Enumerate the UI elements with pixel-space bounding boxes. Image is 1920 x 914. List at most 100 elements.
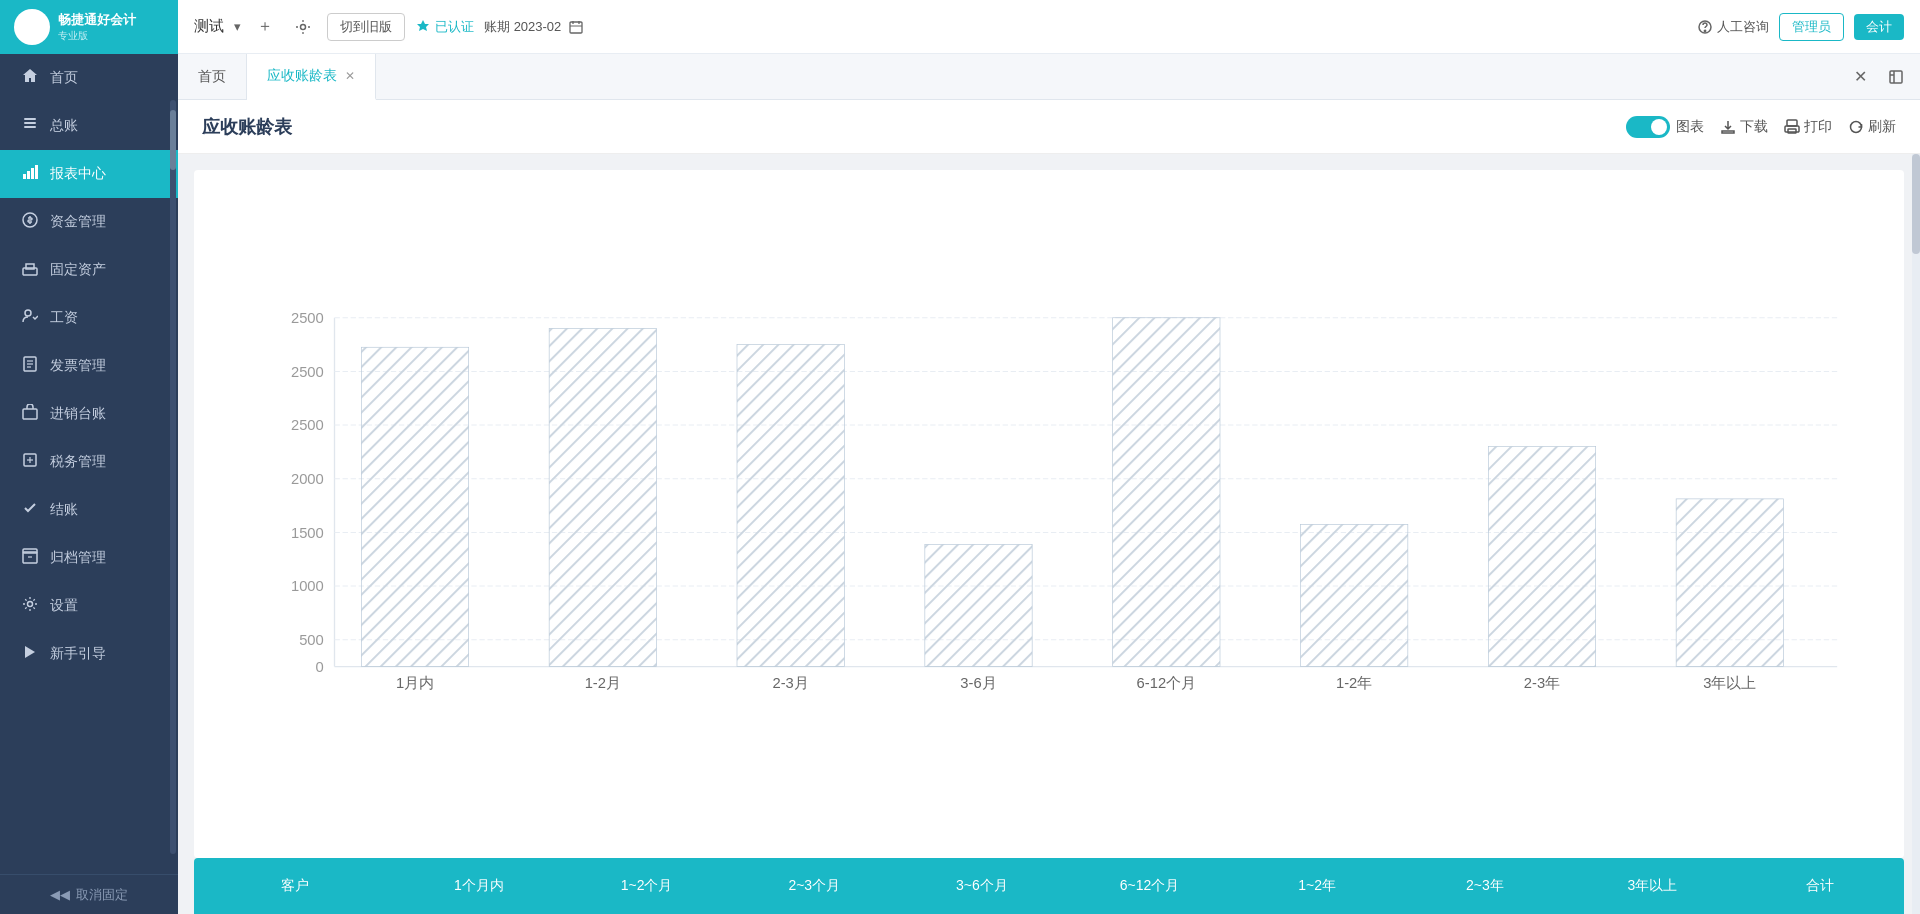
- sidebar-item-settings[interactable]: 设置: [0, 582, 178, 630]
- role-btn[interactable]: 会计: [1854, 14, 1904, 40]
- sidebar-item-tax[interactable]: 税务管理: [0, 438, 178, 486]
- svg-point-11: [25, 310, 31, 316]
- svg-rect-21: [23, 549, 37, 553]
- svg-text:2000: 2000: [291, 471, 324, 487]
- sidebar-item-ledger[interactable]: 总账: [0, 102, 178, 150]
- chart-toggle[interactable]: [1626, 116, 1670, 138]
- sidebar-label-tax: 税务管理: [50, 453, 106, 471]
- chart-toggle-group: 图表: [1626, 116, 1704, 138]
- svg-marker-24: [25, 646, 35, 658]
- svg-rect-4: [23, 174, 26, 179]
- sidebar-item-reports[interactable]: 报表中心: [0, 150, 178, 198]
- chart-svg: 2500 2500 2500 2000 1500 1000 500 0: [254, 190, 1864, 848]
- svg-rect-32: [1890, 71, 1902, 83]
- assets-icon: [20, 260, 40, 280]
- svg-text:1-2年: 1-2年: [1336, 675, 1372, 691]
- col-1-2month: 1~2个月: [563, 877, 731, 895]
- svg-rect-16: [23, 409, 37, 419]
- tab-ar-aging[interactable]: 应收账龄表 ✕: [247, 54, 376, 100]
- company-name: 测试: [194, 17, 224, 36]
- company-dropdown-icon[interactable]: ▾: [234, 19, 241, 34]
- right-scrollbar[interactable]: [1912, 154, 1920, 914]
- sidebar-label-inventory: 进销台账: [50, 405, 106, 423]
- sidebar-nav: 首页 总账 报表中心 资金管理 固定资产: [0, 54, 178, 874]
- sidebar-item-settle[interactable]: 结账: [0, 486, 178, 534]
- sidebar: 畅捷通好会计 专业版 首页 总账 报表中心: [0, 0, 178, 914]
- svg-text:2-3月: 2-3月: [773, 675, 809, 691]
- switch-version-btn[interactable]: 切到旧版: [327, 13, 405, 41]
- chart-section: 2500 2500 2500 2000 1500 1000 500 0: [178, 154, 1920, 914]
- tab-expand-btn[interactable]: [1882, 63, 1910, 91]
- col-3-6month: 3~6个月: [898, 877, 1066, 895]
- print-btn[interactable]: 打印: [1784, 118, 1832, 136]
- tab-ar-aging-close[interactable]: ✕: [345, 70, 355, 82]
- add-btn[interactable]: ＋: [251, 13, 279, 41]
- logo-edition: 专业版: [58, 29, 136, 43]
- sidebar-item-invoices[interactable]: 发票管理: [0, 342, 178, 390]
- svg-rect-7: [35, 165, 38, 179]
- col-total: 合计: [1736, 877, 1904, 895]
- sidebar-label-settle: 结账: [50, 501, 78, 519]
- ledger-icon: [20, 116, 40, 136]
- sidebar-item-funds[interactable]: 资金管理: [0, 198, 178, 246]
- wages-icon: [20, 308, 40, 328]
- logo-text-group: 畅捷通好会计 专业版: [58, 11, 136, 43]
- tab-home[interactable]: 首页: [178, 54, 247, 100]
- sidebar-item-inventory[interactable]: 进销台账: [0, 390, 178, 438]
- tabbar-actions: ✕: [1846, 63, 1910, 91]
- page-title: 应收账龄表: [202, 115, 292, 139]
- svg-text:1500: 1500: [291, 525, 324, 541]
- chart-area: 2500 2500 2500 2000 1500 1000 500 0: [194, 170, 1904, 858]
- svg-rect-3: [24, 126, 36, 128]
- col-1month: 1个月内: [395, 877, 563, 895]
- cancel-fixed-icon: ◀◀: [50, 887, 70, 902]
- sidebar-scrollbar: [170, 100, 176, 854]
- download-btn[interactable]: 下载: [1720, 118, 1768, 136]
- svg-text:2-3年: 2-3年: [1524, 675, 1560, 691]
- refresh-btn[interactable]: 刷新: [1848, 118, 1896, 136]
- settings-btn[interactable]: [289, 13, 317, 41]
- tab-home-label: 首页: [198, 68, 226, 86]
- period-label: 账期 2023-02: [484, 18, 583, 36]
- reports-icon: [20, 164, 40, 184]
- col-6-12month: 6~12个月: [1066, 877, 1234, 895]
- home-icon: [20, 68, 40, 88]
- sidebar-label-archive: 归档管理: [50, 549, 106, 567]
- tax-icon: [20, 452, 40, 472]
- content-area: 应收账龄表 图表 下载 打印 刷新: [178, 100, 1920, 914]
- sidebar-item-home[interactable]: 首页: [0, 54, 178, 102]
- topbar: 测试 ▾ ＋ 切到旧版 已认证 账期 2023-02 人工咨询 管理员 会计: [178, 0, 1920, 54]
- sidebar-label-settings: 设置: [50, 597, 78, 615]
- bar-2-3month: [737, 345, 844, 667]
- sidebar-item-guide[interactable]: 新手引导: [0, 630, 178, 678]
- certified-badge: 已认证: [415, 18, 474, 36]
- logo-icon: [14, 9, 50, 45]
- svg-rect-1: [24, 118, 36, 120]
- cancel-fixed-btn[interactable]: ◀◀ 取消固定: [0, 874, 178, 914]
- svg-point-31: [1704, 30, 1705, 31]
- svg-text:3年以上: 3年以上: [1703, 675, 1756, 691]
- invoices-icon: [20, 356, 40, 376]
- sidebar-label-invoices: 发票管理: [50, 357, 106, 375]
- sidebar-item-assets[interactable]: 固定资产: [0, 246, 178, 294]
- svg-text:1月内: 1月内: [396, 675, 434, 691]
- tab-close-btn[interactable]: ✕: [1846, 63, 1874, 91]
- user-btn[interactable]: 管理员: [1779, 13, 1844, 41]
- svg-text:2500: 2500: [291, 364, 324, 380]
- sidebar-label-home: 首页: [50, 69, 78, 87]
- sidebar-item-archive[interactable]: 归档管理: [0, 534, 178, 582]
- col-2-3month: 2~3个月: [730, 877, 898, 895]
- svg-point-25: [301, 24, 306, 29]
- print-label: 打印: [1804, 118, 1832, 136]
- svg-rect-10: [26, 264, 34, 269]
- sidebar-item-wages[interactable]: 工资: [0, 294, 178, 342]
- right-scrollbar-thumb[interactable]: [1912, 154, 1920, 254]
- tabbar: 首页 应收账龄表 ✕ ✕: [178, 54, 1920, 100]
- col-3year-plus: 3年以上: [1569, 877, 1737, 895]
- consult-btn[interactable]: 人工咨询: [1697, 18, 1769, 36]
- bar-2-3year: [1488, 447, 1595, 667]
- svg-text:2500: 2500: [291, 310, 324, 326]
- svg-point-23: [28, 602, 33, 607]
- sidebar-label-reports: 报表中心: [50, 165, 106, 183]
- download-label: 下载: [1740, 118, 1768, 136]
